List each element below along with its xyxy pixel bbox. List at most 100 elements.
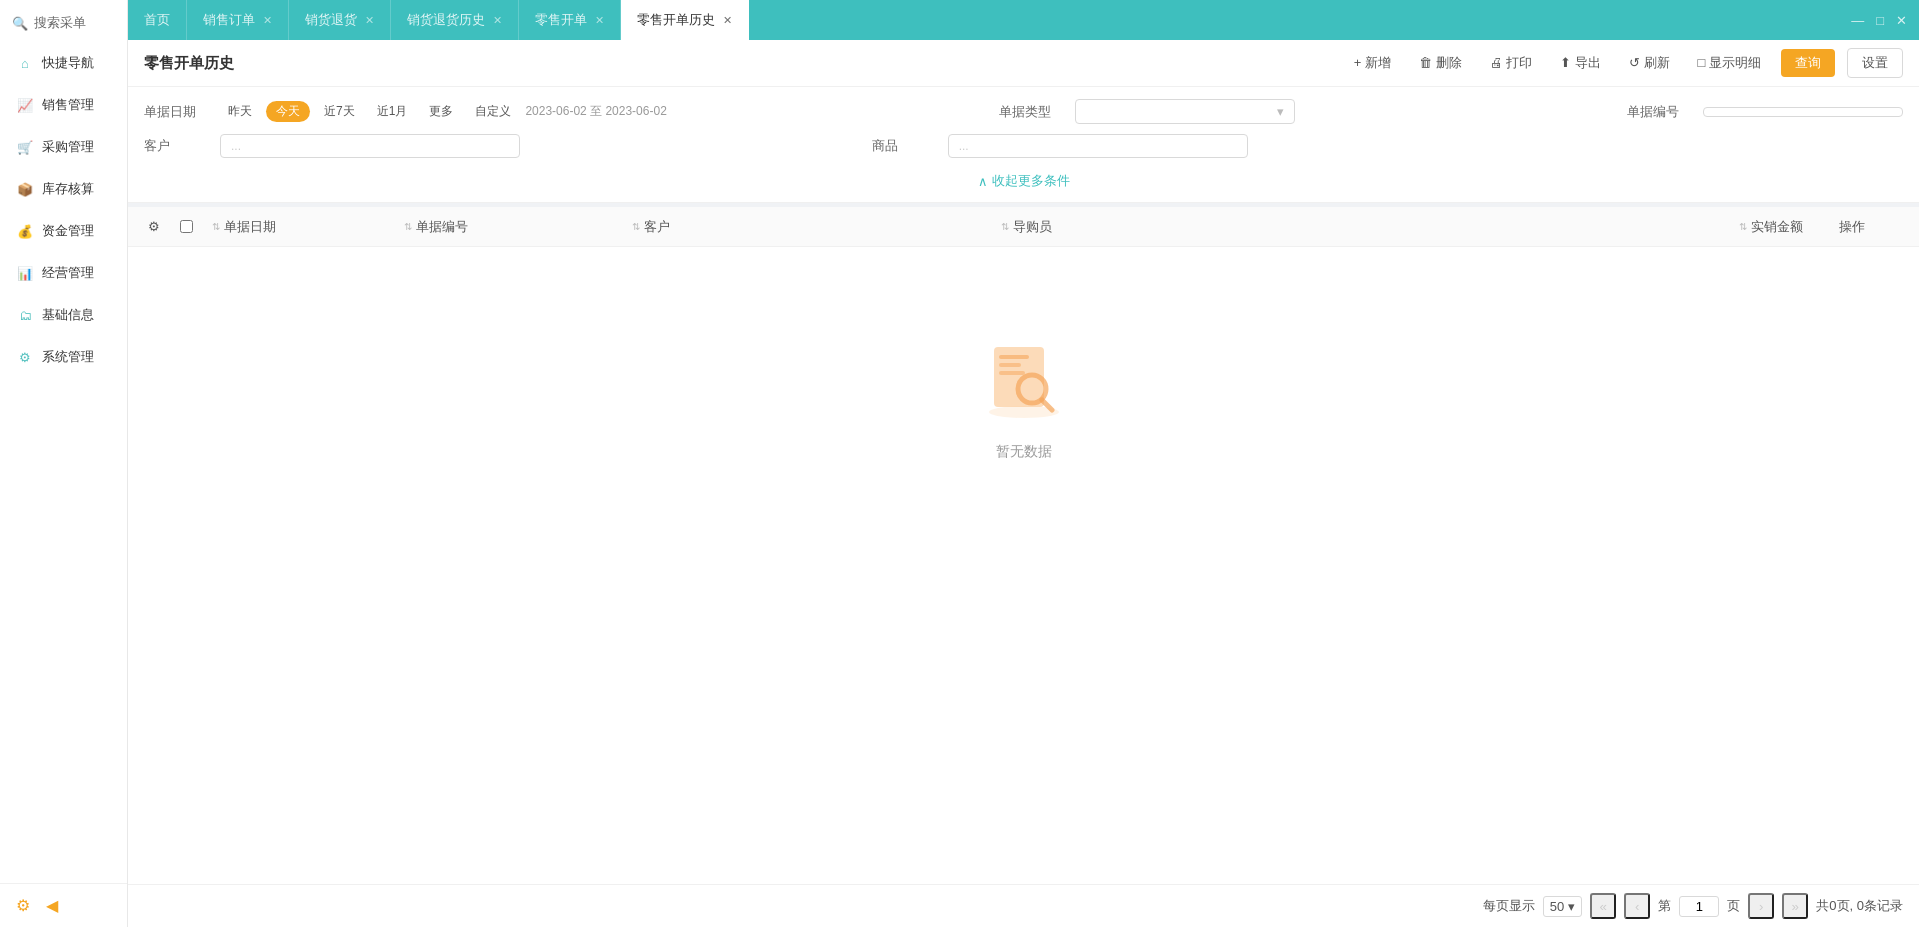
customer-label: 客户 [144,137,204,155]
sidebar-nav-item-finance[interactable]: 💰 资金管理 [0,210,127,252]
th-amount-label: 实销金额 [1751,218,1803,236]
page-prev-btn[interactable]: ‹ [1624,893,1650,919]
total-text: 共0页, 0条记录 [1816,897,1903,915]
date-btn-last7[interactable]: 近7天 [316,101,363,122]
window-maximize-btn[interactable]: □ [1876,13,1884,28]
per-page-value: 50 [1550,899,1564,914]
th-date[interactable]: ⇅ 单据日期 [204,218,396,236]
tab-retail-open-label: 零售开单 [535,11,587,29]
sidebar-settings-icon[interactable]: ⚙ [16,896,30,915]
page-suffix: 页 [1727,897,1740,915]
per-page-select[interactable]: 50 ▾ [1543,896,1582,917]
sidebar-collapse-icon[interactable]: ◀ [46,896,58,915]
settings-button[interactable]: 设置 [1847,48,1903,78]
empty-state: 暂无数据 [128,247,1919,541]
sort-guide-icon: ⇅ [1001,221,1009,232]
bill-type-select[interactable]: ▾ [1075,99,1295,124]
home-icon: ⌂ [16,54,34,72]
bill-no-label: 单据编号 [1627,103,1687,121]
delete-button[interactable]: 🗑 删除 [1411,50,1470,76]
filter-row-2: 客户 ... 商品 ... [144,134,1903,158]
show-detail-button[interactable]: □ 显示明细 [1690,50,1769,76]
date-btn-yesterday[interactable]: 昨天 [220,101,260,122]
tab-retail-open-history[interactable]: 零售开单历史 ✕ [621,0,749,40]
per-page-label: 每页显示 [1483,897,1535,915]
nav-label-sales: 销售管理 [42,96,94,114]
th-no[interactable]: ⇅ 单据编号 [396,218,624,236]
sidebar-nav-item-inventory[interactable]: 📦 库存核算 [0,168,127,210]
sidebar-nav-item-purchase-mgmt[interactable]: 🛒 采购管理 [0,126,127,168]
th-guide-label: 导购员 [1013,218,1052,236]
tab-sales-order-label: 销售订单 [203,11,255,29]
sidebar-bottom: ⚙ ◀ [0,883,127,927]
finance-icon: 💰 [16,222,34,240]
refresh-button[interactable]: ↺ 刷新 [1621,50,1678,76]
customer-input[interactable]: ... [220,134,520,158]
tab-retail-open-history-close[interactable]: ✕ [723,14,732,27]
add-button[interactable]: + 新增 [1346,50,1399,76]
empty-icon [974,327,1074,427]
window-minimize-btn[interactable]: — [1851,13,1864,28]
bill-no-input[interactable] [1703,107,1903,117]
date-btn-last-month[interactable]: 近1月 [369,101,416,122]
date-btn-more[interactable]: 更多 [421,101,461,122]
tab-sales-return[interactable]: 销货退货 ✕ [289,0,391,40]
date-btn-today[interactable]: 今天 [266,101,310,122]
filter-row-1: 单据日期 昨天 今天 近7天 近1月 更多 自定义 2023-06-02 至 2… [144,99,1903,124]
query-button[interactable]: 查询 [1781,49,1835,77]
tab-home[interactable]: 首页 [128,0,187,40]
tab-sales-return-history-close[interactable]: ✕ [493,14,502,27]
system-icon: ⚙ [16,348,34,366]
date-group: 昨天 今天 近7天 近1月 更多 自定义 2023-06-02 至 2023-0… [220,101,667,122]
sort-amount-icon: ⇅ [1739,221,1747,232]
th-settings[interactable]: ⚙ [136,219,172,234]
sidebar-nav-item-sales-mgmt[interactable]: 📈 销售管理 [0,84,127,126]
tab-retail-open[interactable]: 零售开单 ✕ [519,0,621,40]
th-action: 操作 [1831,218,1911,236]
sidebar-nav-item-quick-nav[interactable]: ⌂ 快捷导航 [0,42,127,84]
nav-label-operations: 经营管理 [42,264,94,282]
svg-rect-3 [999,363,1021,367]
toolbar-actions: + 新增 🗑 删除 🖨 打印 ⬆ 导出 ↺ 刷新 □ 显示明细 查询 设置 [1346,48,1903,78]
table-settings-icon: ⚙ [148,219,160,234]
tab-bar: 首页 销售订单 ✕ 销货退货 ✕ 销货退货历史 ✕ 零售开单 ✕ 零售开单历史 … [128,0,1919,40]
sidebar-nav-item-operations[interactable]: 📊 经营管理 [0,252,127,294]
tab-sales-return-history[interactable]: 销货退货历史 ✕ [391,0,519,40]
window-close-btn[interactable]: ✕ [1896,13,1907,28]
page-last-btn[interactable]: » [1782,893,1808,919]
tab-retail-open-history-label: 零售开单历史 [637,11,715,29]
tab-retail-open-close[interactable]: ✕ [595,14,604,27]
print-button[interactable]: 🖨 打印 [1482,50,1541,76]
tab-sales-return-label: 销货退货 [305,11,357,29]
th-amount[interactable]: ⇅ 实销金额 [1731,218,1831,236]
th-guide[interactable]: ⇅ 导购员 [993,218,1185,236]
collapse-label: 收起更多条件 [992,172,1070,190]
export-button[interactable]: ⬆ 导出 [1552,50,1609,76]
goods-input[interactable]: ... [948,134,1248,158]
inventory-icon: 📦 [16,180,34,198]
collapse-icon: ∧ [978,174,988,189]
th-date-label: 单据日期 [224,218,276,236]
th-checkbox[interactable] [172,220,204,233]
nav-label-basic-info: 基础信息 [42,306,94,324]
page-label: 第 [1658,897,1671,915]
goods-dots: ... [959,139,969,153]
collapse-btn[interactable]: ∧ 收起更多条件 [144,168,1903,194]
th-customer[interactable]: ⇅ 客户 [624,218,993,236]
sidebar-search[interactable]: 🔍 搜索采单 [0,0,127,42]
bill-type-dropdown-icon: ▾ [1277,104,1284,119]
page-input[interactable] [1679,896,1719,917]
table-header: ⚙ ⇅ 单据日期 ⇅ 单据编号 ⇅ 客户 ⇅ 导购员 ⇅ [128,207,1919,247]
tab-sales-order[interactable]: 销售订单 ✕ [187,0,289,40]
page-first-btn[interactable]: « [1590,893,1616,919]
date-btn-custom[interactable]: 自定义 [467,101,519,122]
sidebar-nav-item-system[interactable]: ⚙ 系统管理 [0,336,127,378]
tab-sales-order-close[interactable]: ✕ [263,14,272,27]
page-next-btn[interactable]: › [1748,893,1774,919]
sort-customer-icon: ⇅ [632,221,640,232]
th-action-label: 操作 [1839,218,1865,236]
tab-sales-return-close[interactable]: ✕ [365,14,374,27]
sidebar-nav-item-basic-info[interactable]: 🗂 基础信息 [0,294,127,336]
select-all-checkbox[interactable] [180,220,193,233]
nav-label-finance: 资金管理 [42,222,94,240]
